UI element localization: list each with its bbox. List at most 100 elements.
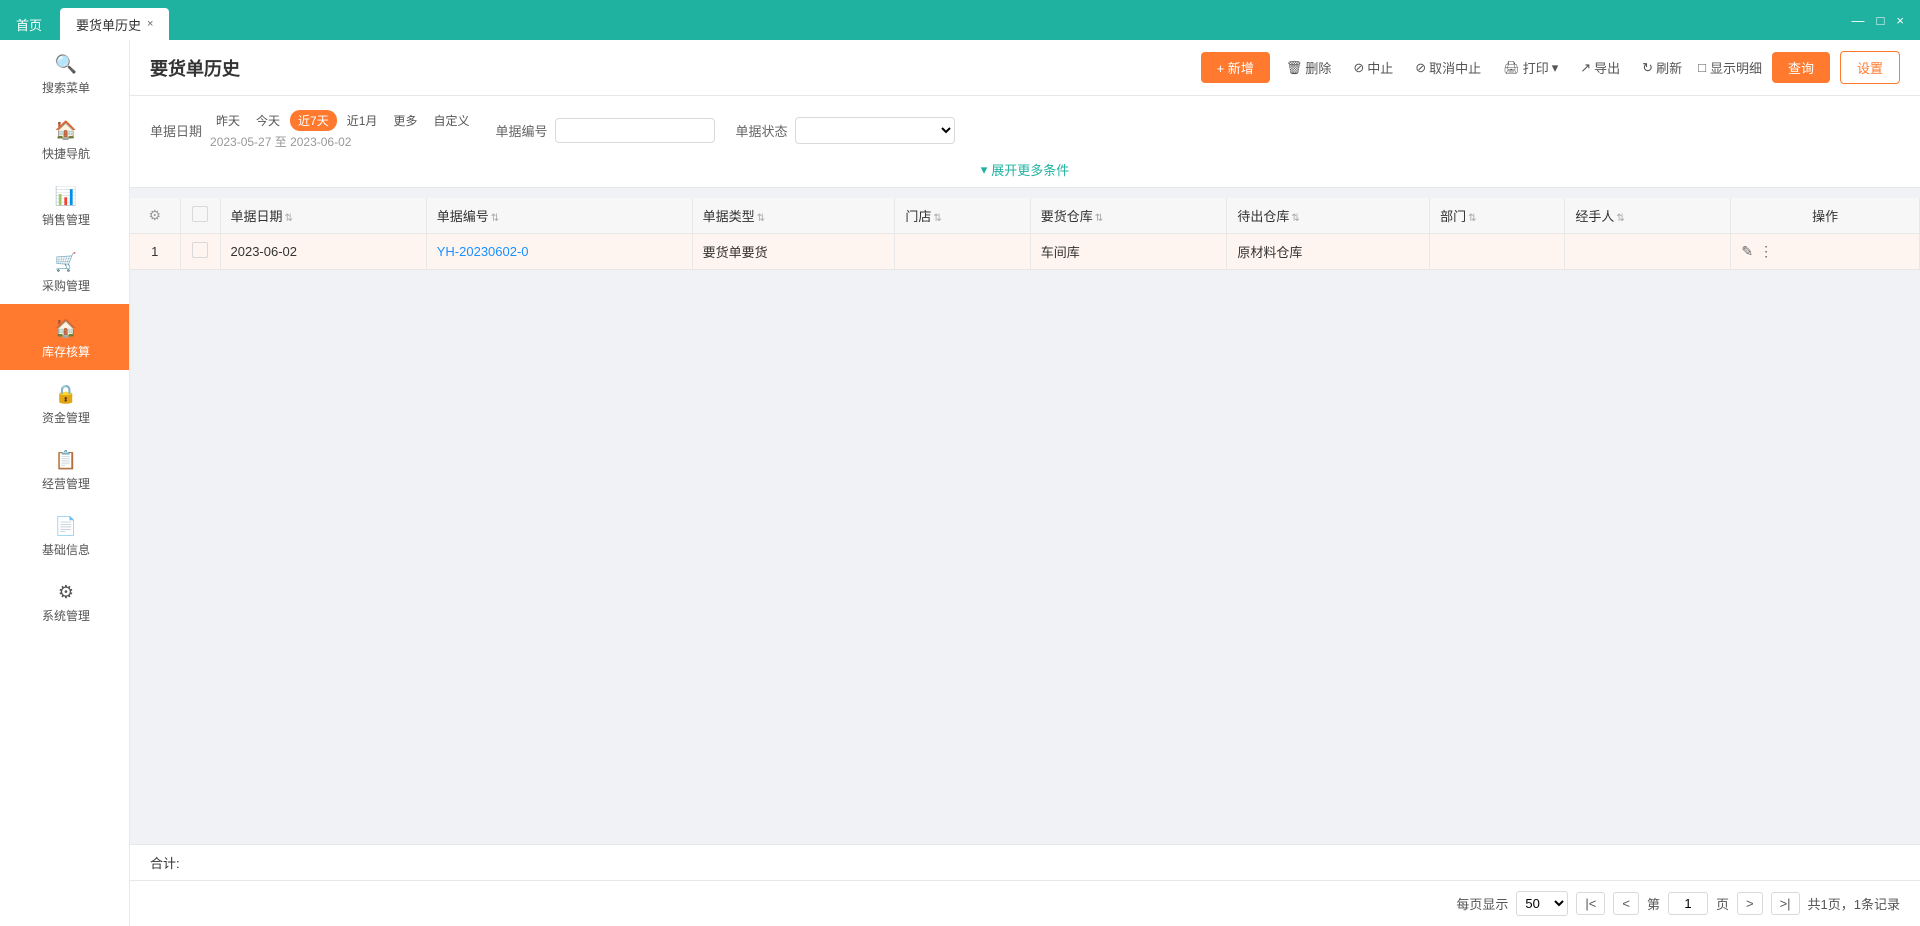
- col-store[interactable]: 门店⇅: [895, 198, 1030, 234]
- sort-icon-req-wh: ⇅: [1095, 213, 1103, 224]
- page-label: 第: [1647, 894, 1660, 913]
- sidebar-item-purchase-mgmt[interactable]: 🛒 采购管理: [0, 238, 129, 304]
- sort-icon-date: ⇅: [285, 213, 293, 224]
- header-checkbox[interactable]: [192, 206, 208, 222]
- settings-button[interactable]: 设置: [1840, 51, 1900, 84]
- finance-icon: 🔒: [55, 384, 77, 405]
- sidebar-item-finance[interactable]: 🔒 资金管理: [0, 370, 129, 436]
- delete-icon: 🗑: [1286, 60, 1303, 76]
- col-doc-type[interactable]: 单据类型⇅: [692, 198, 895, 234]
- stop-button[interactable]: ⊘ 中止: [1347, 54, 1399, 81]
- sidebar-item-system-mgmt[interactable]: ⚙ 系统管理: [0, 568, 129, 634]
- last-page-button[interactable]: >|: [1771, 892, 1800, 915]
- sidebar-item-search-menu-label: 搜索菜单: [42, 79, 90, 96]
- refresh-button[interactable]: ↻ 刷新: [1636, 54, 1688, 81]
- sort-icon-handler: ⇅: [1616, 213, 1624, 224]
- sidebar-item-quick-nav[interactable]: 🏠 快捷导航: [0, 106, 129, 172]
- col-doc-number[interactable]: 单据编号⇅: [426, 198, 692, 234]
- shortcut-custom[interactable]: 自定义: [427, 110, 475, 131]
- sidebar-item-inventory[interactable]: 🏠 库存核算: [0, 304, 129, 370]
- page-number-input[interactable]: [1668, 892, 1708, 915]
- next-page-button[interactable]: >: [1737, 892, 1763, 915]
- col-actions: 操作: [1731, 198, 1920, 234]
- edit-icon[interactable]: ✎: [1741, 243, 1753, 260]
- shortcut-more[interactable]: 更多: [387, 110, 423, 131]
- display-cell-button[interactable]: □ 显示明细: [1698, 58, 1762, 77]
- first-page-button[interactable]: |<: [1576, 892, 1605, 915]
- date-shortcuts-group: 昨天 今天 近7天 近1月 更多 自定义 2023-05-27 至 2023-0…: [210, 110, 475, 150]
- inventory-icon: 🏠: [55, 318, 77, 339]
- sort-icon-dept: ⇅: [1468, 213, 1476, 224]
- doc-number-label: 单据编号: [495, 121, 547, 140]
- prev-page-button[interactable]: <: [1613, 892, 1639, 915]
- stop-icon: ⊘: [1353, 60, 1364, 76]
- col-pending-warehouse[interactable]: 待出仓库⇅: [1227, 198, 1430, 234]
- cell-handler: [1565, 234, 1731, 270]
- shortcut-yesterday[interactable]: 昨天: [210, 110, 246, 131]
- data-table: ⚙ 单据日期⇅ 单据编号⇅ 单据类型⇅ 门店⇅ 要货仓库⇅ 待出仓库⇅ 部门⇅ …: [130, 198, 1920, 270]
- expand-more-btn[interactable]: ▾ 展开更多条件: [981, 160, 1070, 179]
- expand-more-label: 展开更多条件: [991, 160, 1069, 179]
- row-checkbox[interactable]: [192, 242, 208, 258]
- shortcut-last7days[interactable]: 近7天: [290, 110, 337, 131]
- sidebar-item-operations[interactable]: 📋 经营管理: [0, 436, 129, 502]
- more-icon[interactable]: ⋮: [1759, 243, 1773, 260]
- cell-store: [895, 234, 1030, 270]
- sidebar-item-quick-nav-label: 快捷导航: [42, 145, 90, 162]
- table-body: 1 2023-06-02 YH-20230602-0 要货单要货 车间库 原材料…: [130, 234, 1920, 270]
- cell-checkbox[interactable]: [180, 234, 220, 270]
- doc-number-link[interactable]: YH-20230602-0: [437, 244, 529, 259]
- cancel-stop-button[interactable]: ⊘ 取消中止: [1409, 54, 1487, 81]
- sidebar-item-sales-mgmt[interactable]: 📊 销售管理: [0, 172, 129, 238]
- delete-button[interactable]: 🗑 删除: [1280, 54, 1338, 81]
- shortcut-last1month[interactable]: 近1月: [341, 110, 384, 131]
- new-button[interactable]: + 新增: [1201, 52, 1270, 83]
- sort-icon-pend-wh: ⇅: [1291, 213, 1299, 224]
- print-arrow-icon: ▾: [1552, 60, 1559, 76]
- doc-number-input[interactable]: [555, 118, 715, 143]
- export-icon: ↗: [1580, 60, 1591, 76]
- sidebar-item-system-mgmt-label: 系统管理: [42, 607, 90, 624]
- col-settings[interactable]: ⚙: [130, 198, 180, 234]
- cell-dept: [1430, 234, 1565, 270]
- page-header: 要货单历史 + 新增 🗑 删除 ⊘ 中止 ⊘ 取消中止 🖨 打印: [130, 40, 1920, 96]
- page-size-label: 每页显示: [1456, 894, 1508, 913]
- status-select[interactable]: [795, 117, 955, 144]
- header-actions: + 新增 🗑 删除 ⊘ 中止 ⊘ 取消中止 🖨 打印 ▾: [1201, 51, 1900, 84]
- doc-number-filter: 单据编号: [495, 118, 715, 143]
- page-suffix: 页: [1716, 894, 1729, 913]
- tab-home[interactable]: 首页: [0, 8, 58, 40]
- sales-mgmt-icon: 📊: [55, 186, 77, 207]
- basic-info-icon: 📄: [55, 516, 77, 537]
- col-dept[interactable]: 部门⇅: [1430, 198, 1565, 234]
- settings-icon: ⚙: [148, 207, 161, 223]
- window-maximize[interactable]: □: [1877, 13, 1885, 28]
- top-bar: 首页 要货单历史 × — □ ×: [0, 0, 1920, 40]
- table-footer: 合计:: [130, 844, 1920, 880]
- cell-doc-number[interactable]: YH-20230602-0: [426, 234, 692, 270]
- cancel-stop-icon: ⊘: [1415, 60, 1426, 76]
- export-button[interactable]: ↗ 导出: [1574, 54, 1626, 81]
- tab-close-icon[interactable]: ×: [147, 18, 153, 30]
- cell-req-warehouse: 车间库: [1030, 234, 1227, 270]
- col-req-warehouse[interactable]: 要货仓库⇅: [1030, 198, 1227, 234]
- sidebar-item-search-menu[interactable]: 🔍 搜索菜单: [0, 40, 129, 106]
- shortcut-today[interactable]: 今天: [250, 110, 286, 131]
- sidebar-item-finance-label: 资金管理: [42, 409, 90, 426]
- date-range-display: 2023-05-27 至 2023-06-02: [210, 133, 475, 150]
- page-size-select[interactable]: 50 10 20 100: [1516, 891, 1568, 916]
- tab-requisition-history[interactable]: 要货单历史 ×: [60, 8, 169, 40]
- sidebar-item-basic-info-label: 基础信息: [42, 541, 90, 558]
- row-action-icons: ✎ ⋮: [1741, 243, 1909, 260]
- col-handler[interactable]: 经手人⇅: [1565, 198, 1731, 234]
- sidebar-item-basic-info[interactable]: 📄 基础信息: [0, 502, 129, 568]
- window-minimize[interactable]: —: [1852, 13, 1865, 28]
- window-close[interactable]: ×: [1896, 13, 1904, 28]
- col-checkbox[interactable]: [180, 198, 220, 234]
- query-button[interactable]: 查询: [1772, 52, 1830, 83]
- window-actions: — □ ×: [1852, 13, 1920, 28]
- search-menu-icon: 🔍: [55, 54, 77, 75]
- print-button[interactable]: 🖨 打印 ▾: [1497, 54, 1564, 81]
- sidebar: 🔍 搜索菜单 🏠 快捷导航 📊 销售管理 🛒 采购管理 🏠 库存核算 🔒 资金管…: [0, 40, 130, 926]
- col-doc-date[interactable]: 单据日期⇅: [220, 198, 426, 234]
